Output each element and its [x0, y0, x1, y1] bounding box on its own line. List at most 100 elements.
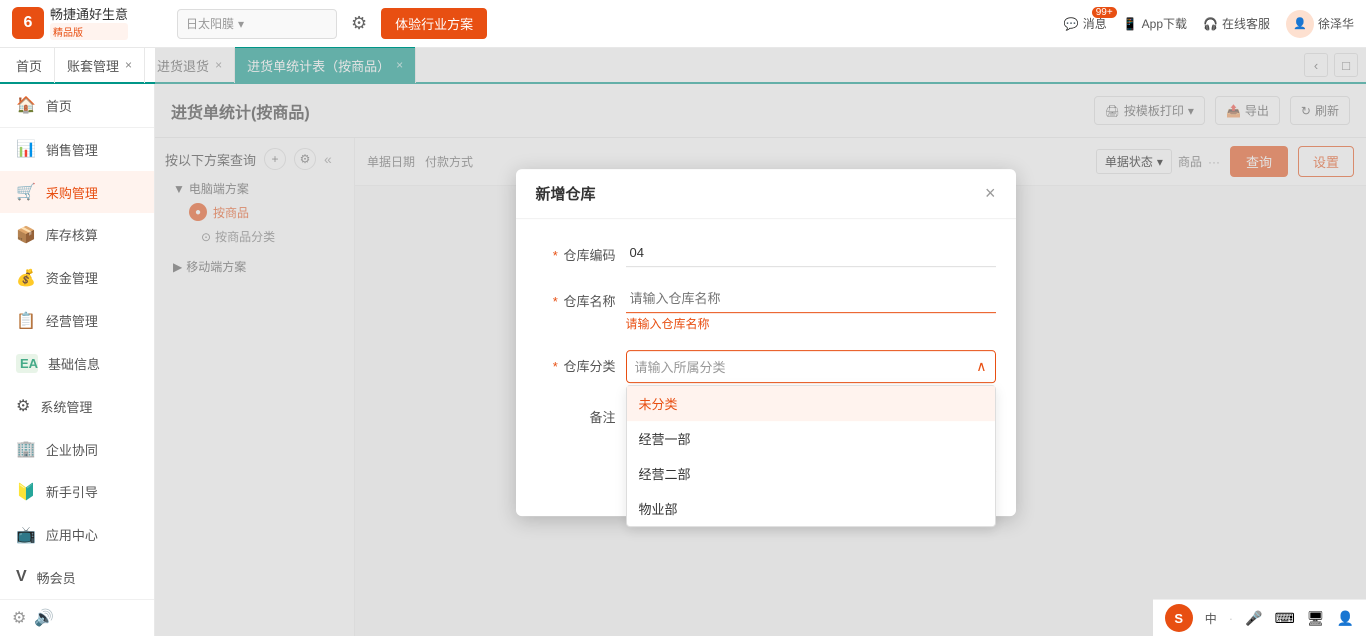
- sidebar-label-apps: 应用中心: [46, 525, 98, 544]
- bottom-bar: S 中 · 🎤 ⌨ 🖥 👤: [1153, 599, 1366, 636]
- finance-icon: 💰: [16, 268, 36, 288]
- required-star-code: *: [553, 248, 558, 263]
- notes-label-text: 备注: [589, 410, 615, 425]
- dropdown-option-2[interactable]: 经营二部: [627, 456, 995, 491]
- online-service-item[interactable]: 🎧 在线客服: [1203, 15, 1270, 32]
- logo-icon: 6: [12, 7, 44, 39]
- category-row: * 仓库分类 请输入所属分类 ∧ 未分类 经营一部: [536, 350, 996, 383]
- avatar: 👤: [1286, 10, 1314, 38]
- name-input[interactable]: [626, 285, 996, 313]
- apps-icon: 📺: [16, 525, 36, 545]
- name-label-text: 仓库名称: [563, 294, 615, 309]
- content-area: 进货单统计(按商品) 🖨 按模板打印 ▾ 📤 导出 ↻ 刷新: [155, 84, 1366, 636]
- sidebar-label-sales: 销售管理: [46, 140, 98, 159]
- tab-account[interactable]: 账套管理 ×: [55, 47, 145, 83]
- modal-title: 新增仓库: [536, 183, 596, 204]
- monitor-icon[interactable]: 🖥: [1307, 610, 1325, 627]
- sidebar-item-system[interactable]: ⚙ 系统管理: [0, 385, 154, 428]
- sidebar: 🏠 首页 📊 销售管理 🛒 采购管理 📦 库存核算 💰 资金管理 📋 经营管理 …: [0, 84, 155, 636]
- s-logo-icon[interactable]: S: [1165, 604, 1193, 632]
- sidebar-label-basic-info: 基础信息: [48, 354, 100, 373]
- top-header: 6 畅捷通好生意 精品版 日太阳膜 ▾ ⚙ 体验行业方案 💬 消息 99+ 📱 …: [0, 0, 1366, 48]
- sidebar-item-apps[interactable]: 📺 应用中心: [0, 513, 154, 556]
- sidebar-settings-icon[interactable]: ⚙: [12, 608, 26, 628]
- code-row: * 仓库编码: [536, 239, 996, 267]
- notes-label: 备注: [536, 401, 626, 426]
- sidebar-label-inventory: 库存核算: [46, 225, 98, 244]
- user-profile-item[interactable]: 👤 徐泽华: [1286, 10, 1354, 38]
- dropdown-option-3[interactable]: 物业部: [627, 491, 995, 526]
- category-arrow-icon: ∧: [976, 358, 986, 375]
- microphone-icon[interactable]: 🎤: [1245, 610, 1262, 627]
- tab-account-close-icon[interactable]: ×: [125, 58, 132, 72]
- user-icon[interactable]: 👤: [1337, 610, 1354, 627]
- code-label-text: 仓库编码: [563, 248, 615, 263]
- modal-body: * 仓库编码 * 仓库名称: [516, 219, 1016, 457]
- sidebar-item-home[interactable]: 🏠 首页: [0, 84, 154, 127]
- sidebar-label-purchase: 采购管理: [46, 183, 98, 202]
- username-label: 徐泽华: [1318, 15, 1354, 32]
- system-icon: ⚙: [16, 396, 30, 416]
- name-error-msg: 请输入仓库名称: [626, 315, 996, 332]
- sidebar-bottom: ⚙ 🔊: [0, 599, 154, 636]
- keyboard-icon[interactable]: ⌨: [1275, 610, 1295, 627]
- sidebar-item-purchase[interactable]: 🛒 采购管理: [0, 171, 154, 214]
- vip-icon: V: [16, 568, 27, 586]
- modal-header: 新增仓库 ×: [516, 169, 1016, 219]
- required-star-name: *: [553, 294, 558, 309]
- message-icon: 💬: [1064, 17, 1079, 31]
- required-star-category: *: [553, 359, 558, 374]
- sidebar-item-operations[interactable]: 📋 经营管理: [0, 299, 154, 342]
- code-label: * 仓库编码: [536, 239, 626, 264]
- category-control: 请输入所属分类 ∧ 未分类 经营一部 经营二部 物业部: [626, 350, 996, 383]
- home-icon: 🏠: [16, 95, 36, 115]
- sidebar-item-guide[interactable]: 🔰 新手引导: [0, 470, 154, 513]
- header-right: 💬 消息 99+ 📱 App下载 🎧 在线客服 👤 徐泽华: [1064, 10, 1354, 38]
- modal-container: 新增仓库 × * 仓库编码: [516, 169, 1006, 516]
- category-placeholder: 请输入所属分类: [635, 357, 726, 376]
- sidebar-label-home: 首页: [46, 96, 72, 115]
- chinese-label: 中: [1205, 610, 1217, 627]
- code-control: [626, 239, 996, 267]
- name-row: * 仓库名称 请输入仓库名称: [536, 285, 996, 332]
- tab-account-label: 账套管理: [67, 56, 119, 75]
- operations-icon: 📋: [16, 311, 36, 331]
- logo-area: 6 畅捷通好生意 精品版: [12, 7, 167, 41]
- settings-icon[interactable]: ⚙: [351, 13, 367, 34]
- notification-item[interactable]: 💬 消息 99+: [1064, 15, 1107, 32]
- tab-home[interactable]: 首页: [4, 47, 55, 83]
- sidebar-item-sales[interactable]: 📊 销售管理: [0, 128, 154, 171]
- search-text: 日太阳膜: [186, 15, 234, 32]
- search-arrow-icon: ▾: [238, 17, 244, 31]
- name-control: 请输入仓库名称: [626, 285, 996, 332]
- category-dropdown: 未分类 经营一部 经营二部 物业部: [626, 385, 996, 527]
- guide-icon: 🔰: [16, 482, 36, 502]
- logo-badge: 精品版: [50, 23, 128, 40]
- logo-text-block: 畅捷通好生意 精品版: [50, 7, 128, 41]
- category-label: * 仓库分类: [536, 350, 626, 375]
- sidebar-item-enterprise[interactable]: 🏢 企业协同: [0, 428, 154, 471]
- name-label: * 仓库名称: [536, 285, 626, 310]
- enterprise-icon: 🏢: [16, 439, 36, 459]
- category-label-text: 仓库分类: [563, 359, 615, 374]
- app-download-item[interactable]: 📱 App下载: [1123, 15, 1187, 32]
- sidebar-speaker-icon[interactable]: 🔊: [34, 608, 54, 628]
- app-download-label: App下载: [1142, 15, 1187, 32]
- dropdown-option-1[interactable]: 经营一部: [627, 421, 995, 456]
- category-select[interactable]: 请输入所属分类 ∧: [626, 350, 996, 383]
- sidebar-label-vip: 畅会员: [37, 568, 76, 587]
- sidebar-item-vip[interactable]: V 畅会员: [0, 556, 154, 599]
- sidebar-label-operations: 经营管理: [46, 311, 98, 330]
- trial-button[interactable]: 体验行业方案: [381, 8, 487, 39]
- sidebar-item-basic-info[interactable]: EA 基础信息: [0, 342, 154, 385]
- sidebar-label-system: 系统管理: [40, 397, 92, 416]
- sidebar-item-inventory[interactable]: 📦 库存核算: [0, 213, 154, 256]
- inventory-icon: 📦: [16, 225, 36, 245]
- modal-close-button[interactable]: ×: [985, 183, 996, 204]
- header-search[interactable]: 日太阳膜 ▾: [177, 9, 337, 39]
- sales-icon: 📊: [16, 139, 36, 159]
- dropdown-option-0[interactable]: 未分类: [627, 386, 995, 421]
- code-input[interactable]: [626, 239, 996, 267]
- sidebar-item-finance[interactable]: 💰 资金管理: [0, 256, 154, 299]
- sidebar-label-guide: 新手引导: [46, 482, 98, 501]
